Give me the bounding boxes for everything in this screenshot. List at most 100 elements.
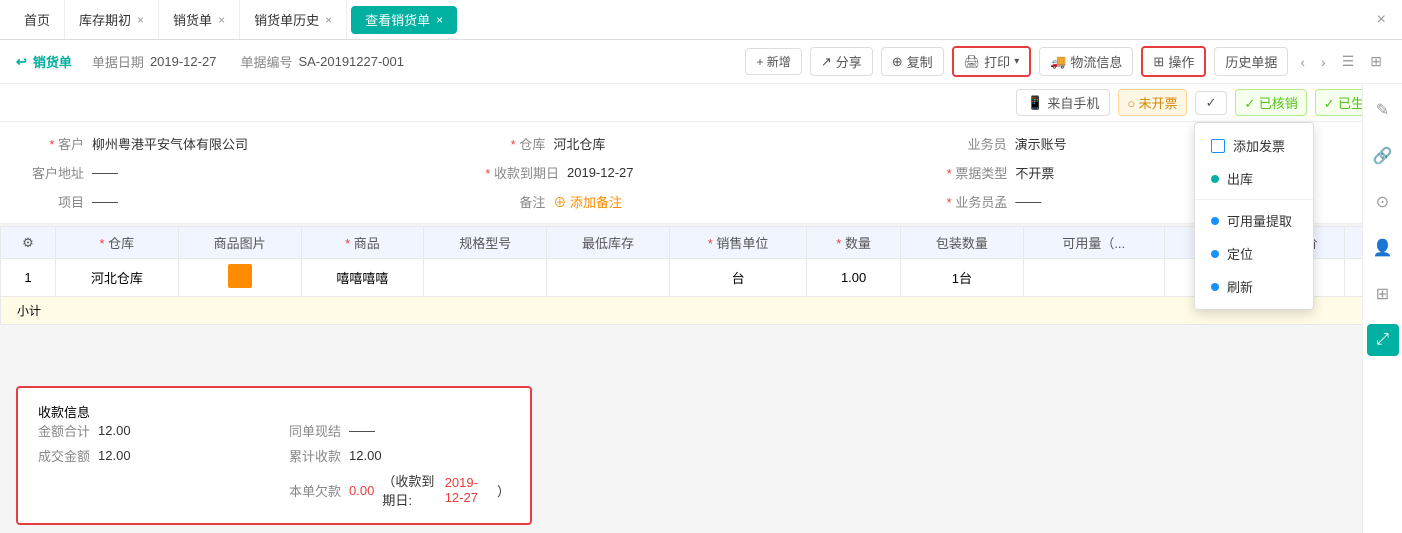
refresh-item[interactable]: 刷新 [1195,270,1313,303]
close-sales-tab[interactable]: × [218,13,225,27]
sidebar-circle-button[interactable]: ⊙ [1367,186,1399,218]
table-section: ⚙ 仓库 商品图片 商品 规格型号 最低库存 销售单位 数量 包装数量 可用量（… [0,226,1402,325]
row-min-stock [547,259,670,297]
outbound-dot-icon [1211,175,1219,183]
doc-type: ↩ 销货单 [16,52,72,71]
share-icon: ↗ [821,54,832,70]
outbound-item[interactable]: 出库 [1195,162,1313,195]
same-order-row: 同单现结 —— [289,421,510,440]
due-date-suffix: ） [497,481,510,500]
customer-value: 柳州粤港平安气体有限公司 [92,134,248,153]
locate-item[interactable]: 定位 [1195,237,1313,270]
salesperson-value: —— [1015,194,1041,209]
sidebar-table-button[interactable]: ⊞ [1367,278,1399,310]
address-label: 客户地址 [24,163,84,182]
available-extract-item[interactable]: 可用量提取 [1195,204,1313,237]
view-list-button[interactable]: ☰ [1338,51,1359,72]
form-section: 客户 柳州粤港平安气体有限公司 仓库 河北仓库 业务员 演示账号 客户地址 ——… [0,122,1402,224]
print-icon: 🖨 [964,54,981,70]
subtotal-label: 小计 [1,297,1402,325]
sold-out-button[interactable]: ✓ 已核销 [1235,89,1306,116]
available-dot-icon [1211,217,1219,225]
payment-date-label: 收款到期日 [485,163,559,182]
cumulative-row: 累计收款 12.00 [289,446,510,465]
same-order-label: 同单现结 [289,421,341,440]
warehouse-label: 仓库 [485,134,545,153]
plus-icon: ⊕ [553,195,566,210]
row-spec [424,259,547,297]
tab-sales-history[interactable]: 销货单历史 × [240,0,347,39]
col-settings[interactable]: ⚙ [1,227,56,259]
print-button[interactable]: 🖨 打印 ▾ [952,46,1032,77]
logistics-icon: 🚚 [1050,54,1066,70]
transaction-label: 成交金额 [38,446,90,465]
nav-prev-button[interactable]: ‹ [1296,52,1309,72]
row-product: 嘻嘻嘻嘻 [301,259,424,297]
project-value: —— [92,194,118,209]
locate-dot-icon [1211,250,1219,258]
tab-inventory[interactable]: 库存期初 × [65,0,159,39]
print-chevron-icon: ▾ [1014,56,1019,67]
total-label: 金额合计 [38,421,90,440]
col-warehouse: 仓库 [55,227,178,259]
window-close-button[interactable]: × [1377,11,1386,29]
not-opened-button[interactable]: ○ 未开票 [1118,89,1186,116]
address-value: —— [92,165,118,180]
row-product-img [178,259,301,297]
from-phone-button[interactable]: 📱 来自手机 [1016,89,1110,116]
warehouse-value: 河北仓库 [553,134,605,153]
due-date-value: 2019-12-27 [445,475,489,505]
confirm-button[interactable]: ✓ [1195,91,1228,115]
tab-view-sales[interactable]: 查看销货单 × [351,6,457,34]
view-grid-button[interactable]: ⊞ [1366,51,1386,72]
effect-check-icon: ✓ [1324,96,1335,111]
col-qty: 数量 [807,227,901,259]
doc-meta: 单据日期 2019-12-27 单据编号 SA-20191227-001 [92,52,746,71]
arrears-value: 0.00 [349,483,374,498]
close-inventory-tab[interactable]: × [137,13,144,27]
payment-date-row: 收款到期日 2019-12-27 [485,163,916,182]
sidebar-link-button[interactable]: 🔗 [1367,140,1399,172]
products-table: ⚙ 仓库 商品图片 商品 规格型号 最低库存 销售单位 数量 包装数量 可用量（… [0,226,1402,325]
sidebar-expand-button[interactable]: ⤢ [1367,324,1399,356]
doc-header: ↩ 销货单 单据日期 2019-12-27 单据编号 SA-20191227-0… [0,40,1402,84]
add-note-button[interactable]: ⊕ 添加备注 [553,192,622,211]
share-button[interactable]: ↗ 分享 [810,47,873,76]
product-image [228,264,252,288]
transaction-value: 12.00 [98,448,131,463]
copy-button[interactable]: ⊕ 复制 [881,47,944,76]
sidebar-edit-button[interactable]: ✎ [1367,94,1399,126]
row-pack-qty: 1台 [900,259,1023,297]
same-order-value: —— [349,423,375,438]
col-available: 可用量（... [1023,227,1164,259]
history-button[interactable]: 历史单据 [1214,47,1288,76]
tab-sales[interactable]: 销货单 × [159,0,240,39]
doc-type-icon: ↩ [16,54,27,70]
col-product: 商品 [301,227,424,259]
logistics-button[interactable]: 🚚 物流信息 [1039,47,1133,76]
tab-home[interactable]: 首页 [10,0,65,39]
row-warehouse: 河北仓库 [55,259,178,297]
close-history-tab[interactable]: × [325,13,332,27]
row-no: 1 [1,259,56,297]
add-invoice-item[interactable]: 添加发票 [1195,129,1313,162]
settings-icon: ⚙ [22,235,34,250]
payment-info-section: 收款信息 金额合计 12.00 同单现结 —— 成交金额 12.00 累计收款 … [16,386,532,525]
cumulative-label: 累计收款 [289,446,341,465]
new-button[interactable]: + 新增 [745,48,801,75]
operation-button[interactable]: ⊞ 操作 [1141,46,1206,77]
dropdown-separator [1195,199,1313,200]
sidebar-user-button[interactable]: 👤 [1367,232,1399,264]
toolbar-row: 📱 来自手机 ○ 未开票 ✓ ✓ 已核销 ✓ 已生效 [0,84,1402,122]
nav-next-button[interactable]: › [1317,52,1330,72]
ticket-type-label: 票据类型 [947,163,1008,182]
customer-label: 客户 [24,134,84,153]
doc-date: 单据日期 2019-12-27 [92,52,217,71]
total-row: 金额合计 12.00 [38,421,259,440]
subtotal-row: 小计 [1,297,1402,325]
col-spec: 规格型号 [424,227,547,259]
arrears-label: 本单欠款 [289,481,341,500]
copy-icon: ⊕ [892,54,903,70]
close-view-sales-tab[interactable]: × [436,13,443,27]
refresh-dot-icon [1211,283,1219,291]
